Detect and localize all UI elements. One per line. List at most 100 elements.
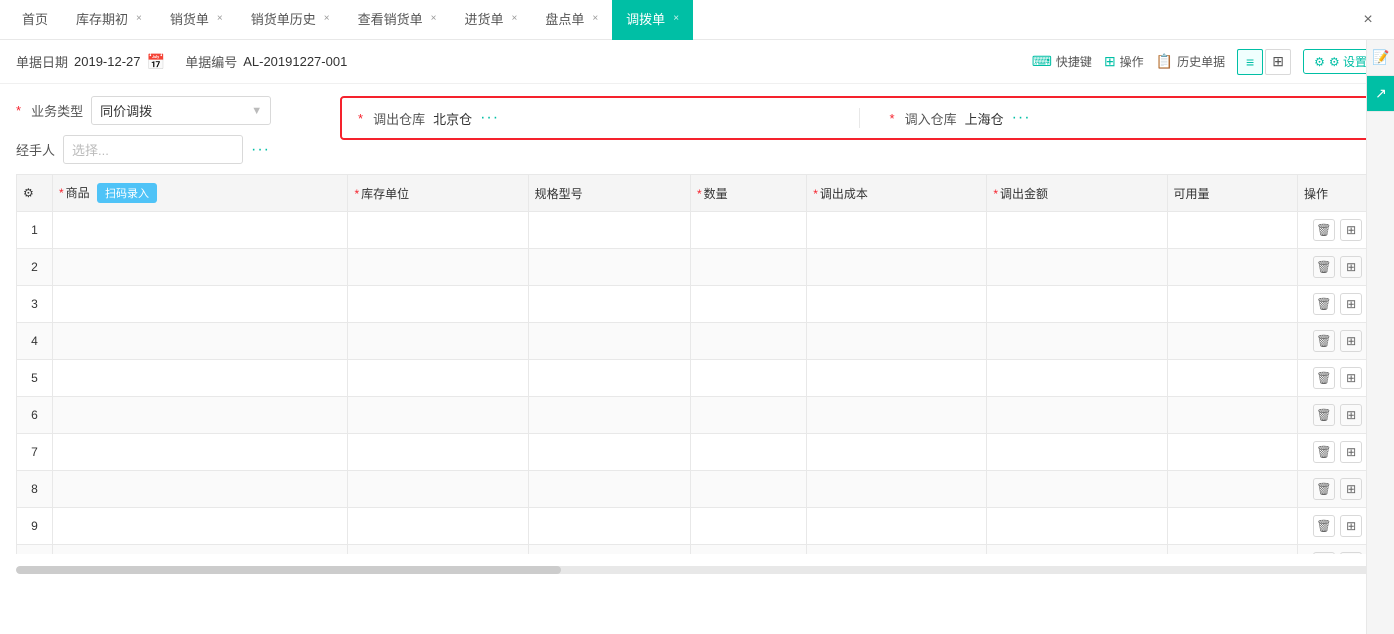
copy-button[interactable]: ⊞ xyxy=(1340,441,1362,463)
tab-close-purchase-order[interactable]: × xyxy=(511,13,517,24)
row-quantity[interactable] xyxy=(690,434,806,471)
handler-more-icon[interactable]: ··· xyxy=(251,141,270,159)
row-quantity[interactable] xyxy=(690,397,806,434)
delete-button[interactable]: 🗑 xyxy=(1313,330,1335,352)
tab-transfer[interactable]: 调拨单 × xyxy=(612,0,693,40)
row-product[interactable] xyxy=(53,434,348,471)
tab-home[interactable]: 首页 xyxy=(8,0,62,40)
copy-button[interactable]: ⊞ xyxy=(1340,478,1362,500)
tab-sales-order[interactable]: 销货单 × xyxy=(156,0,237,40)
tab-close-transfer[interactable]: × xyxy=(673,13,679,24)
tab-inventory-init[interactable]: 库存期初 × xyxy=(62,0,156,40)
calendar-icon[interactable]: 📅 xyxy=(147,53,166,71)
row-unit[interactable] xyxy=(348,249,528,286)
row-unit[interactable] xyxy=(348,508,528,545)
row-quantity[interactable] xyxy=(690,508,806,545)
row-available[interactable] xyxy=(1167,323,1298,360)
row-spec[interactable] xyxy=(528,323,690,360)
gear-icon[interactable]: ⚙ xyxy=(23,186,34,200)
scan-button[interactable]: 扫码录入 xyxy=(97,183,157,203)
row-cost[interactable] xyxy=(807,508,987,545)
row-available[interactable] xyxy=(1167,434,1298,471)
row-unit[interactable] xyxy=(348,545,528,555)
row-available[interactable] xyxy=(1167,471,1298,508)
row-product[interactable] xyxy=(53,286,348,323)
row-quantity[interactable] xyxy=(690,471,806,508)
row-amount[interactable] xyxy=(987,360,1167,397)
transfer-out-more-icon[interactable]: ··· xyxy=(480,109,499,127)
row-product[interactable] xyxy=(53,397,348,434)
copy-button[interactable]: ⊞ xyxy=(1340,330,1362,352)
row-spec[interactable] xyxy=(528,360,690,397)
row-spec[interactable] xyxy=(528,434,690,471)
shortcut-action[interactable]: ⌨ 快捷键 xyxy=(1032,53,1092,70)
row-amount[interactable] xyxy=(987,434,1167,471)
row-amount[interactable] xyxy=(987,249,1167,286)
tab-sales-history[interactable]: 销货单历史 × xyxy=(237,0,344,40)
row-available[interactable] xyxy=(1167,286,1298,323)
copy-button[interactable]: ⊞ xyxy=(1340,404,1362,426)
row-cost[interactable] xyxy=(807,471,987,508)
row-cost[interactable] xyxy=(807,249,987,286)
delete-button[interactable]: 🗑 xyxy=(1313,367,1335,389)
row-product[interactable] xyxy=(53,249,348,286)
row-cost[interactable] xyxy=(807,323,987,360)
row-amount[interactable] xyxy=(987,323,1167,360)
row-amount[interactable] xyxy=(987,508,1167,545)
row-unit[interactable] xyxy=(348,323,528,360)
row-cost[interactable] xyxy=(807,286,987,323)
row-spec[interactable] xyxy=(528,212,690,249)
delete-button[interactable]: 🗑 xyxy=(1313,256,1335,278)
row-quantity[interactable] xyxy=(690,360,806,397)
col-header-gear[interactable]: ⚙ xyxy=(17,175,53,212)
copy-button[interactable]: ⊞ xyxy=(1340,293,1362,315)
row-unit[interactable] xyxy=(348,434,528,471)
row-available[interactable] xyxy=(1167,360,1298,397)
row-available[interactable] xyxy=(1167,249,1298,286)
row-product[interactable] xyxy=(53,323,348,360)
row-quantity[interactable] xyxy=(690,286,806,323)
row-cost[interactable] xyxy=(807,360,987,397)
delete-button[interactable]: 🗑 xyxy=(1313,552,1335,554)
row-cost[interactable] xyxy=(807,397,987,434)
row-product[interactable] xyxy=(53,212,348,249)
delete-button[interactable]: 🗑 xyxy=(1313,293,1335,315)
row-quantity[interactable] xyxy=(690,212,806,249)
delete-button[interactable]: 🗑 xyxy=(1313,478,1335,500)
tab-stocktake[interactable]: 盘点单 × xyxy=(531,0,612,40)
row-spec[interactable] xyxy=(528,545,690,555)
row-cost[interactable] xyxy=(807,434,987,471)
row-quantity[interactable] xyxy=(690,249,806,286)
copy-button[interactable]: ⊞ xyxy=(1340,552,1362,554)
delete-button[interactable]: 🗑 xyxy=(1313,404,1335,426)
row-product[interactable] xyxy=(53,360,348,397)
row-amount[interactable] xyxy=(987,471,1167,508)
tab-close-stocktake[interactable]: × xyxy=(592,13,598,24)
horizontal-scrollbar[interactable] xyxy=(16,566,1378,574)
sidebar-export-icon[interactable]: ↗ xyxy=(1367,76,1394,112)
row-spec[interactable] xyxy=(528,249,690,286)
row-amount[interactable] xyxy=(987,545,1167,555)
copy-button[interactable]: ⊞ xyxy=(1340,367,1362,389)
row-spec[interactable] xyxy=(528,508,690,545)
delete-button[interactable]: 🗑 xyxy=(1313,515,1335,537)
layout-btn-grid[interactable]: ⊞ xyxy=(1265,49,1291,75)
tab-view-sales[interactable]: 查看销货单 × xyxy=(344,0,451,40)
row-product[interactable] xyxy=(53,508,348,545)
operation-action[interactable]: ⊞ 操作 xyxy=(1104,53,1144,70)
row-cost[interactable] xyxy=(807,545,987,555)
business-type-select[interactable]: 同价调拨 ▼ xyxy=(91,96,271,125)
tab-close-inventory-init[interactable]: × xyxy=(136,13,142,24)
row-available[interactable] xyxy=(1167,397,1298,434)
row-quantity[interactable] xyxy=(690,323,806,360)
window-close-button[interactable]: × xyxy=(1350,0,1386,40)
tab-close-sales-order[interactable]: × xyxy=(217,13,223,24)
history-action[interactable]: 📋 历史单据 xyxy=(1156,53,1225,70)
row-unit[interactable] xyxy=(348,360,528,397)
sidebar-note-icon[interactable]: 📝 xyxy=(1367,40,1394,76)
tab-close-sales-history[interactable]: × xyxy=(324,13,330,24)
delete-button[interactable]: 🗑 xyxy=(1313,219,1335,241)
row-amount[interactable] xyxy=(987,286,1167,323)
handler-select[interactable]: 选择... xyxy=(63,135,243,164)
row-available[interactable] xyxy=(1167,212,1298,249)
